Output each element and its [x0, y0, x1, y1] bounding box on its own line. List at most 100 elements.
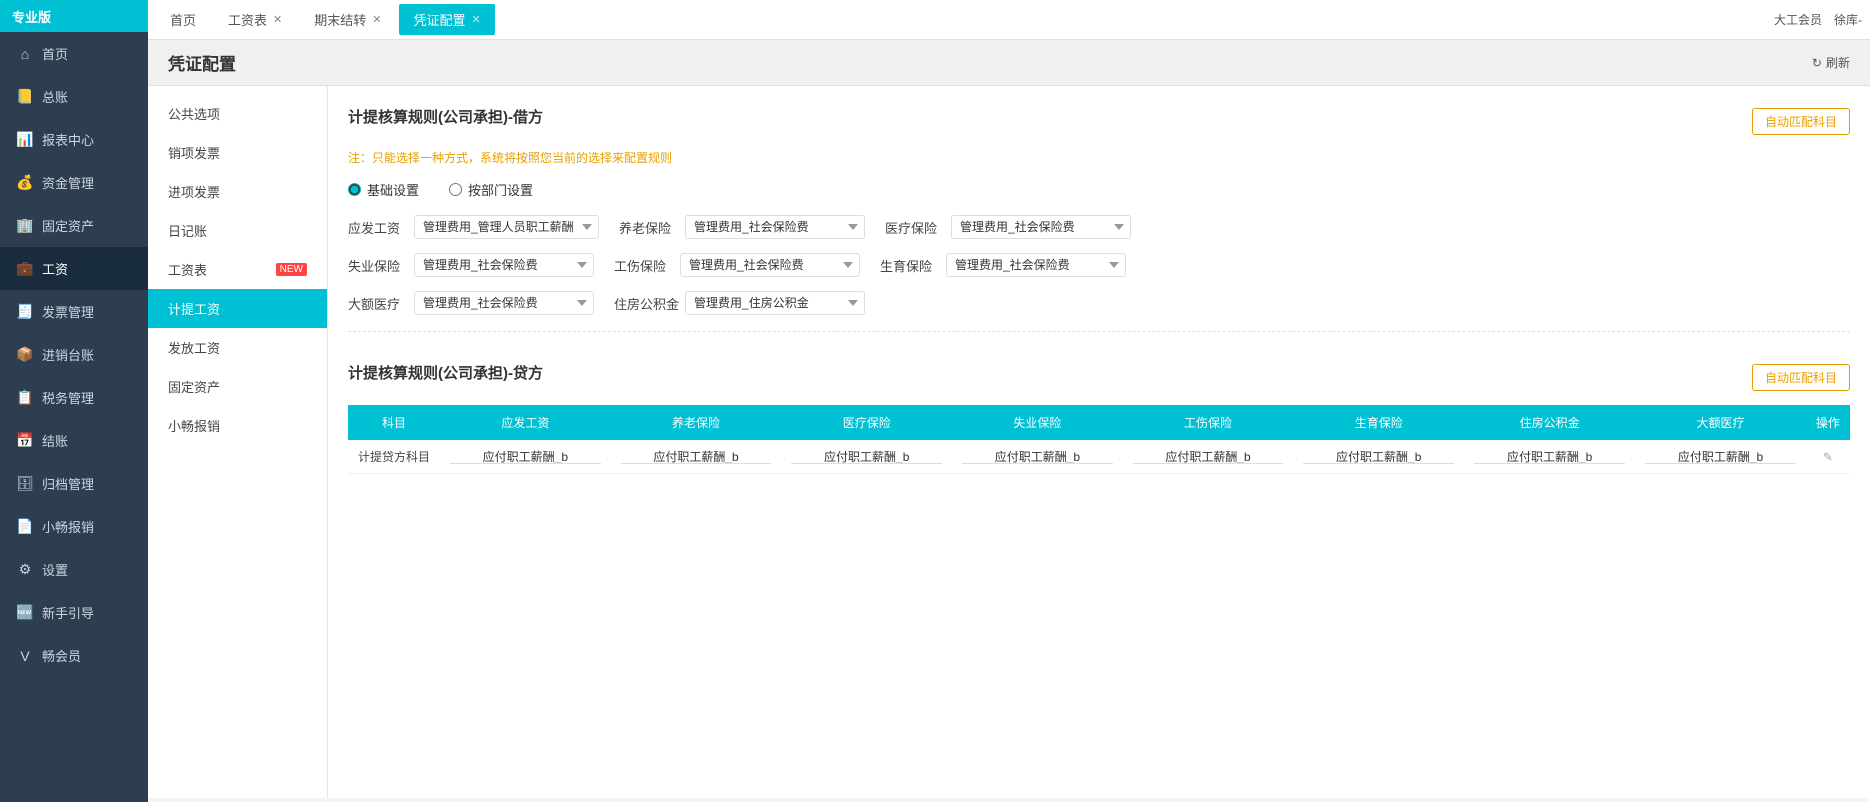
col-header-6: 生育保险: [1293, 405, 1464, 440]
sidebar-icon-tax: 📋: [16, 389, 34, 406]
tab-close-salary-table[interactable]: ✕: [273, 13, 282, 26]
dept-setting-radio[interactable]: 按部门设置: [449, 180, 533, 199]
left-nav-label-sales-invoice: 销项发票: [168, 143, 220, 162]
table-input-0-6[interactable]: [1474, 449, 1625, 464]
page-header: 凭证配置 ↻ 刷新: [148, 40, 1870, 86]
tab-label-salary-table: 工资表: [228, 10, 267, 29]
left-nav-sales-invoice[interactable]: 销项发票: [148, 133, 327, 172]
credit-table-header: 科目应发工资养老保险医疗保险失业保险工伤保险生育保险住房公积金大额医疗操作: [348, 405, 1850, 440]
table-input-0-2[interactable]: [791, 449, 942, 464]
cell-value-0-5: [1293, 440, 1464, 474]
form-label-1-0: 失业保险: [348, 256, 408, 275]
sidebar-item-funds[interactable]: 💰 资金管理: [0, 161, 148, 204]
cell-value-0-4: [1123, 440, 1294, 474]
sidebar-label-salary: 工资: [42, 259, 68, 278]
form-select-0-0[interactable]: 管理费用_管理人员职工薪酬: [414, 215, 599, 239]
table-input-0-5[interactable]: [1303, 449, 1454, 464]
sidebar-item-xiaochangreport[interactable]: 📄 小畅报销: [0, 505, 148, 548]
col-header-4: 失业保险: [952, 405, 1123, 440]
sidebar-item-reports[interactable]: 📊 报表中心: [0, 118, 148, 161]
sidebar-item-home[interactable]: ⌂ 首页: [0, 32, 148, 75]
col-header-7: 住房公积金: [1464, 405, 1635, 440]
left-nav-journal[interactable]: 日记账: [148, 211, 327, 250]
cell-action-0[interactable]: ✎: [1806, 440, 1850, 474]
topbar-right: 大工会员 徐库-: [1774, 11, 1862, 28]
form-label-0-0: 应发工资: [348, 218, 408, 237]
cell-subject: 计提贷方科目: [348, 440, 440, 474]
sidebar-item-ledger[interactable]: 📒 总账: [0, 75, 148, 118]
left-nav-pay-salary[interactable]: 发放工资: [148, 328, 327, 367]
sidebar-item-salary[interactable]: 💼 工资: [0, 247, 148, 290]
dept-setting-label: 按部门设置: [468, 180, 533, 199]
left-nav-salary-table[interactable]: 工资表 NEW: [148, 250, 327, 289]
tab-salary-table[interactable]: 工资表 ✕: [214, 4, 296, 35]
section-debit: 计提核算规则(公司承担)-借方 自动匹配科目 注：只能选择一种方式，系统将按照您…: [348, 106, 1850, 332]
auto-match-debit-button[interactable]: 自动匹配科目: [1752, 108, 1850, 135]
left-nav-accrued-salary[interactable]: 计提工资: [148, 289, 327, 328]
table-input-0-7[interactable]: [1645, 449, 1796, 464]
form-select-0-2[interactable]: 管理费用_社会保险费: [951, 215, 1131, 239]
form-select-1-2[interactable]: 管理费用_社会保险费: [946, 253, 1126, 277]
new-badge-salary-table: NEW: [276, 263, 307, 276]
table-input-0-3[interactable]: [962, 449, 1113, 464]
right-content: 计提核算规则(公司承担)-借方 自动匹配科目 注：只能选择一种方式，系统将按照您…: [328, 86, 1870, 798]
left-nav-purchase-invoice[interactable]: 进项发票: [148, 172, 327, 211]
sidebar-icon-xiaochangreport: 📄: [16, 518, 34, 535]
table-input-0-1[interactable]: [621, 449, 772, 464]
sidebar-item-archive[interactable]: 🗄 归档管理: [0, 462, 148, 505]
basic-setting-label: 基础设置: [367, 180, 419, 199]
form-label-1-2: 生育保险: [880, 256, 940, 275]
form-item-0-2: 医疗保险 管理费用_社会保险费: [885, 215, 1131, 239]
tab-close-period-end[interactable]: ✕: [372, 13, 381, 26]
left-nav-public[interactable]: 公共选项: [148, 94, 327, 133]
sidebar-icon-close: 📅: [16, 432, 34, 449]
left-nav-xiaochang-report[interactable]: 小畅报销: [148, 406, 327, 445]
sidebar-item-inventory[interactable]: 📦 进销台账: [0, 333, 148, 376]
basic-setting-radio[interactable]: 基础设置: [348, 180, 419, 199]
cell-value-0-3: [952, 440, 1123, 474]
form-row-1: 失业保险 管理费用_社会保险费 工伤保险 管理费用_社会保险费 生育保险 管理费…: [348, 253, 1850, 277]
sidebar-icon-salary: 💼: [16, 260, 34, 277]
section1-title: 计提核算规则(公司承担)-借方: [348, 106, 543, 127]
form-select-0-1[interactable]: 管理费用_社会保险费: [685, 215, 865, 239]
sidebar-item-tax[interactable]: 📋 税务管理: [0, 376, 148, 419]
form-select-2-0[interactable]: 管理费用_社会保险费: [414, 291, 594, 315]
refresh-button[interactable]: ↻ 刷新: [1812, 54, 1850, 71]
tab-voucher-config[interactable]: 凭证配置 ✕: [399, 4, 494, 35]
sidebar-item-close[interactable]: 📅 结账: [0, 419, 148, 462]
sidebar-icon-home: ⌂: [16, 46, 34, 62]
table-input-0-0[interactable]: [450, 449, 601, 464]
sidebar-item-assets[interactable]: 🏢 固定资产: [0, 204, 148, 247]
sidebar-label-assets: 固定资产: [42, 216, 94, 235]
form-label-2-1: 住房公积金: [614, 294, 679, 313]
form-select-2-1[interactable]: 管理费用_住房公积金: [685, 291, 865, 315]
tab-period-end[interactable]: 期末结转✕: [300, 4, 395, 35]
tab-home[interactable]: 首页: [156, 4, 210, 35]
left-nav-label-xiaochang-report: 小畅报销: [168, 416, 220, 435]
left-nav-fixed-assets[interactable]: 固定资产: [148, 367, 327, 406]
sidebar-label-tax: 税务管理: [42, 388, 94, 407]
col-header-3: 医疗保险: [781, 405, 952, 440]
sidebar-icon-settings: ⚙: [16, 561, 34, 578]
tab-close-voucher-config[interactable]: ✕: [472, 13, 481, 26]
table-input-0-4[interactable]: [1133, 449, 1284, 464]
sidebar-item-invoices[interactable]: 🧾 发票管理: [0, 290, 148, 333]
form-select-1-1[interactable]: 管理费用_社会保险费: [680, 253, 860, 277]
sidebar-item-member[interactable]: V 畅会员: [0, 634, 148, 677]
sidebar-item-guide[interactable]: 🆕 新手引导: [0, 591, 148, 634]
col-header-8: 大额医疗: [1635, 405, 1806, 440]
tab-label-voucher-config: 凭证配置: [413, 10, 465, 29]
form-select-1-0[interactable]: 管理费用_社会保险费: [414, 253, 594, 277]
form-label-0-1: 养老保险: [619, 218, 679, 237]
page-content: 凭证配置 ↻ 刷新 公共选项销项发票进项发票日记账工资表 NEW 计提工资发放工资固…: [148, 40, 1870, 802]
topbar: 首页工资表✕期末结转✕凭证配置✕ 大工会员 徐库-: [148, 0, 1870, 40]
auto-match-credit-button[interactable]: 自动匹配科目: [1752, 364, 1850, 391]
sidebar-label-home: 首页: [42, 44, 68, 63]
sidebar-item-settings[interactable]: ⚙ 设置: [0, 548, 148, 591]
left-nav-label-public: 公共选项: [168, 104, 220, 123]
left-nav-label-salary-table: 工资表: [168, 260, 207, 279]
left-nav: 公共选项销项发票进项发票日记账工资表 NEW 计提工资发放工资固定资产小畅报销: [148, 86, 328, 798]
setting-mode-radio-group: 基础设置 按部门设置: [348, 180, 1850, 199]
edit-icon-0[interactable]: ✎: [1823, 450, 1833, 464]
form-item-2-1: 住房公积金 管理费用_住房公积金: [614, 291, 865, 315]
